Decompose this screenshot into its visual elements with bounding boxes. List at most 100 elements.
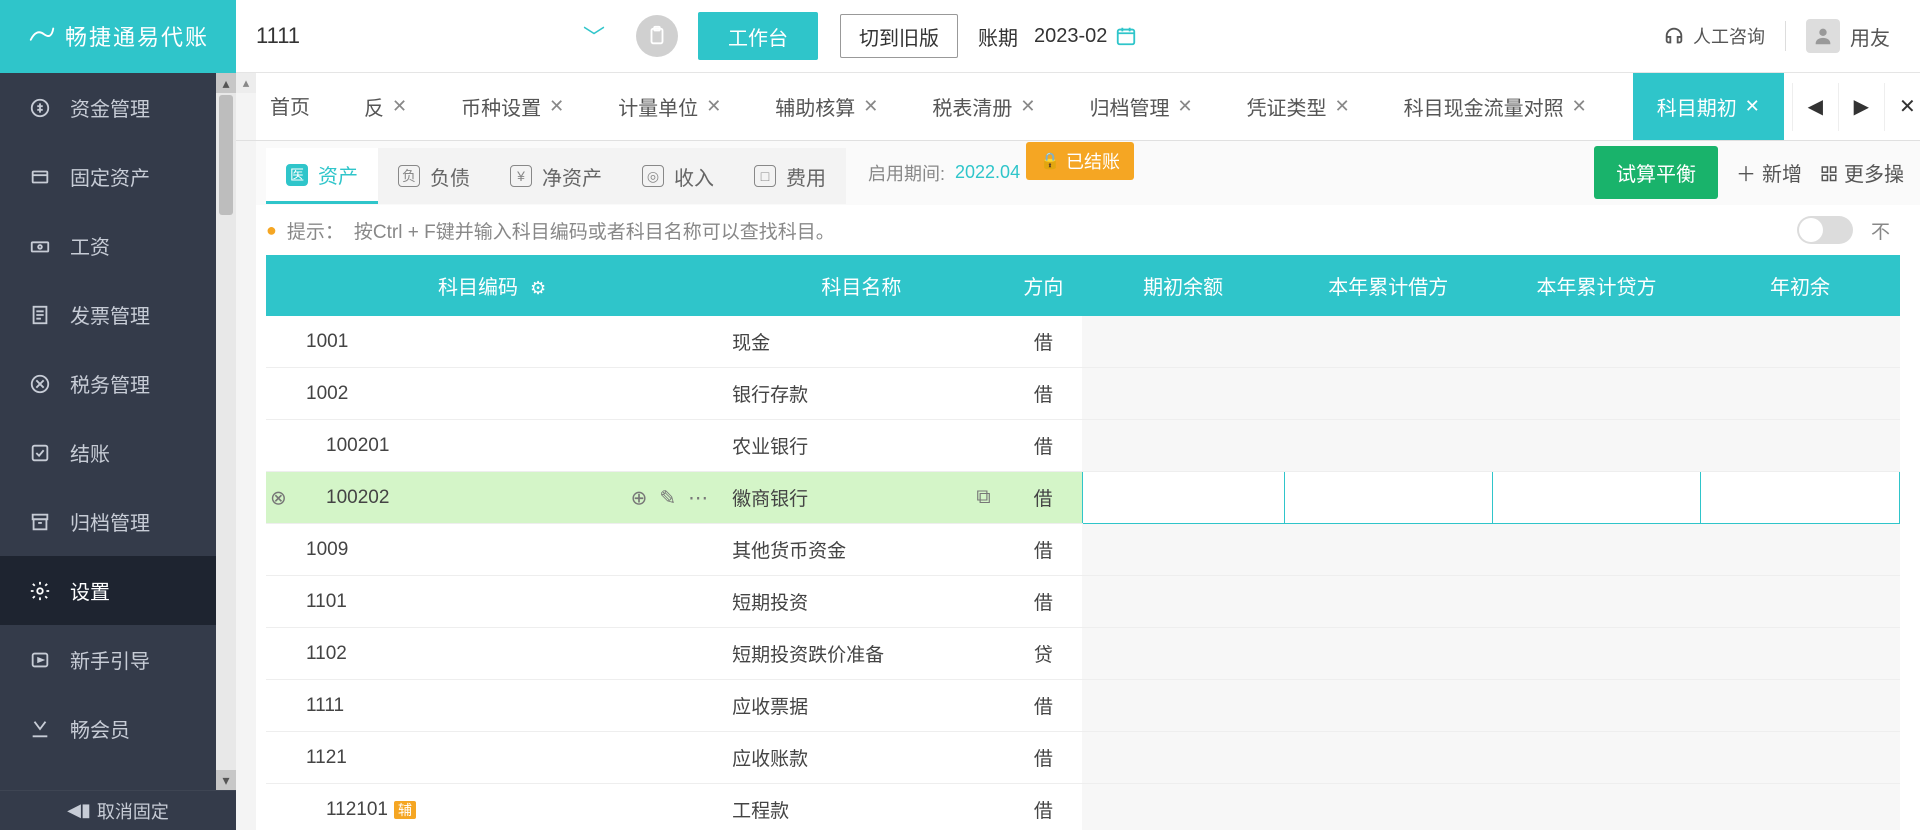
close-icon[interactable]: ✕ [392,96,407,117]
cell-debit[interactable] [1284,316,1492,368]
tab[interactable]: 币种设置✕ [453,73,572,140]
cell-opening[interactable] [1082,524,1284,576]
cell-debit[interactable] [1284,368,1492,420]
old-version-button[interactable]: 切到旧版 [840,14,958,58]
cell-opening[interactable] [1082,680,1284,732]
cell-year-begin[interactable] [1701,576,1900,628]
close-icon[interactable]: ✕ [1745,96,1760,117]
cell-credit[interactable] [1492,472,1700,524]
add-row-icon[interactable]: ⊕ [631,485,648,510]
close-icon[interactable]: ✕ [549,96,564,117]
copy-icon[interactable]: ⧉ [976,486,990,509]
calendar-icon[interactable] [1115,25,1137,47]
add-button[interactable]: ＋ 新增 [1736,158,1802,187]
cell-debit[interactable] [1284,784,1492,830]
cell-credit[interactable] [1492,316,1700,368]
cell-opening[interactable] [1082,784,1284,830]
cell-debit[interactable] [1284,628,1492,680]
cell-opening[interactable] [1082,732,1284,784]
more-actions-button[interactable]: 更多操 [1820,158,1904,187]
cell-year-begin[interactable] [1701,368,1900,420]
table-row[interactable]: 1121应收账款借 [266,732,1900,784]
org-selector[interactable]: 1111 ﹀ [236,0,626,73]
cell-opening[interactable] [1082,316,1284,368]
subtab[interactable]: 负负债 [378,148,490,204]
cell-credit[interactable] [1492,732,1700,784]
unpin-button[interactable]: ◀▮ 取消固定 [0,790,236,830]
sidebar-item-invoice[interactable]: 发票管理 [0,280,236,349]
trial-balance-button[interactable]: 试算平衡 [1594,146,1718,199]
sidebar-item-tax[interactable]: 税务管理 [0,349,236,418]
sidebar-item-settings[interactable]: 设置 [0,556,236,625]
tab[interactable]: 归档管理✕ [1081,73,1200,140]
table-row[interactable]: 112101辅工程款借 [266,784,1900,830]
toggle-switch[interactable] [1797,216,1853,244]
tab[interactable]: 反✕ [356,73,415,140]
sidebar-item-money[interactable]: 资金管理 [0,73,236,142]
close-icon[interactable]: ✕ [1177,96,1192,117]
tabs-next-button[interactable]: ▶ [1838,83,1884,131]
cell-debit[interactable] [1284,524,1492,576]
tab[interactable]: 税表清册✕ [924,73,1043,140]
edit-row-icon[interactable]: ✎ [659,485,676,510]
cell-credit[interactable] [1492,420,1700,472]
tabs-prev-button[interactable]: ◀ [1792,83,1838,131]
sidebar-item-asset[interactable]: 固定资产 [0,142,236,211]
cell-credit[interactable] [1492,680,1700,732]
workbench-button[interactable]: 工作台 [698,12,818,60]
cell-credit[interactable] [1492,368,1700,420]
table-row[interactable]: 1001现金借 [266,316,1900,368]
tab[interactable]: 科目现金流量对照✕ [1396,73,1595,140]
cell-credit[interactable] [1492,784,1700,830]
table-row[interactable]: 1102短期投资跌价准备贷 [266,628,1900,680]
sidebar-scrollbar[interactable] [216,93,236,770]
close-icon[interactable]: ✕ [1572,96,1587,117]
cell-opening[interactable] [1082,628,1284,680]
tab[interactable]: 科目期初✕ [1633,73,1784,140]
cell-opening[interactable] [1082,420,1284,472]
content-scrollbar[interactable] [236,93,256,830]
delete-row-icon[interactable]: ⊗ [270,485,287,510]
cell-credit[interactable] [1492,628,1700,680]
close-icon[interactable]: ✕ [706,96,721,117]
subtab[interactable]: 医资产 [266,148,378,204]
cell-debit[interactable] [1284,576,1492,628]
close-icon[interactable]: ✕ [1020,96,1035,117]
cell-debit[interactable] [1284,472,1492,524]
tab[interactable]: 首页 [262,73,318,140]
sidebar-scroll-down[interactable]: ▾ [216,770,236,790]
table-row[interactable]: 1111应收票据借 [266,680,1900,732]
table-row[interactable]: 1002银行存款借 [266,368,1900,420]
cell-debit[interactable] [1284,680,1492,732]
cell-opening[interactable] [1082,368,1284,420]
cell-year-begin[interactable] [1701,784,1900,830]
subtab[interactable]: ¥净资产 [490,148,622,204]
sidebar-item-guide[interactable]: 新手引导 [0,625,236,694]
table-row[interactable]: 100201农业银行借 [266,420,1900,472]
subtab[interactable]: ◎收入 [622,148,734,204]
user-menu[interactable]: 用友 [1806,19,1890,53]
close-icon[interactable]: ✕ [1335,96,1350,117]
sidebar-item-member[interactable]: 畅会员 [0,694,236,763]
cell-year-begin[interactable] [1701,680,1900,732]
table-row[interactable]: 1101短期投资借 [266,576,1900,628]
cell-debit[interactable] [1284,420,1492,472]
cell-credit[interactable] [1492,576,1700,628]
sidebar-item-archive[interactable]: 归档管理 [0,487,236,556]
table-row[interactable]: ⊗100202⊕✎⋯徽商银行⧉借 [266,472,1900,524]
tab[interactable]: 辅助核算✕ [767,73,886,140]
gear-icon[interactable]: ⚙ [530,278,546,298]
tabs-close-all-button[interactable]: ✕ [1884,83,1920,131]
cell-year-begin[interactable] [1701,420,1900,472]
sidebar-scroll-up[interactable]: ▴ [216,73,236,93]
cell-credit[interactable] [1492,524,1700,576]
cell-opening[interactable] [1082,576,1284,628]
cell-year-begin[interactable] [1701,732,1900,784]
cell-year-begin[interactable] [1701,472,1900,524]
cell-debit[interactable] [1284,732,1492,784]
subtab[interactable]: □费用 [734,148,846,204]
cell-year-begin[interactable] [1701,628,1900,680]
sidebar-item-close[interactable]: 结账 [0,418,236,487]
consult-link[interactable]: 人工咨询 [1663,23,1765,49]
tab[interactable]: 凭证类型✕ [1239,73,1358,140]
